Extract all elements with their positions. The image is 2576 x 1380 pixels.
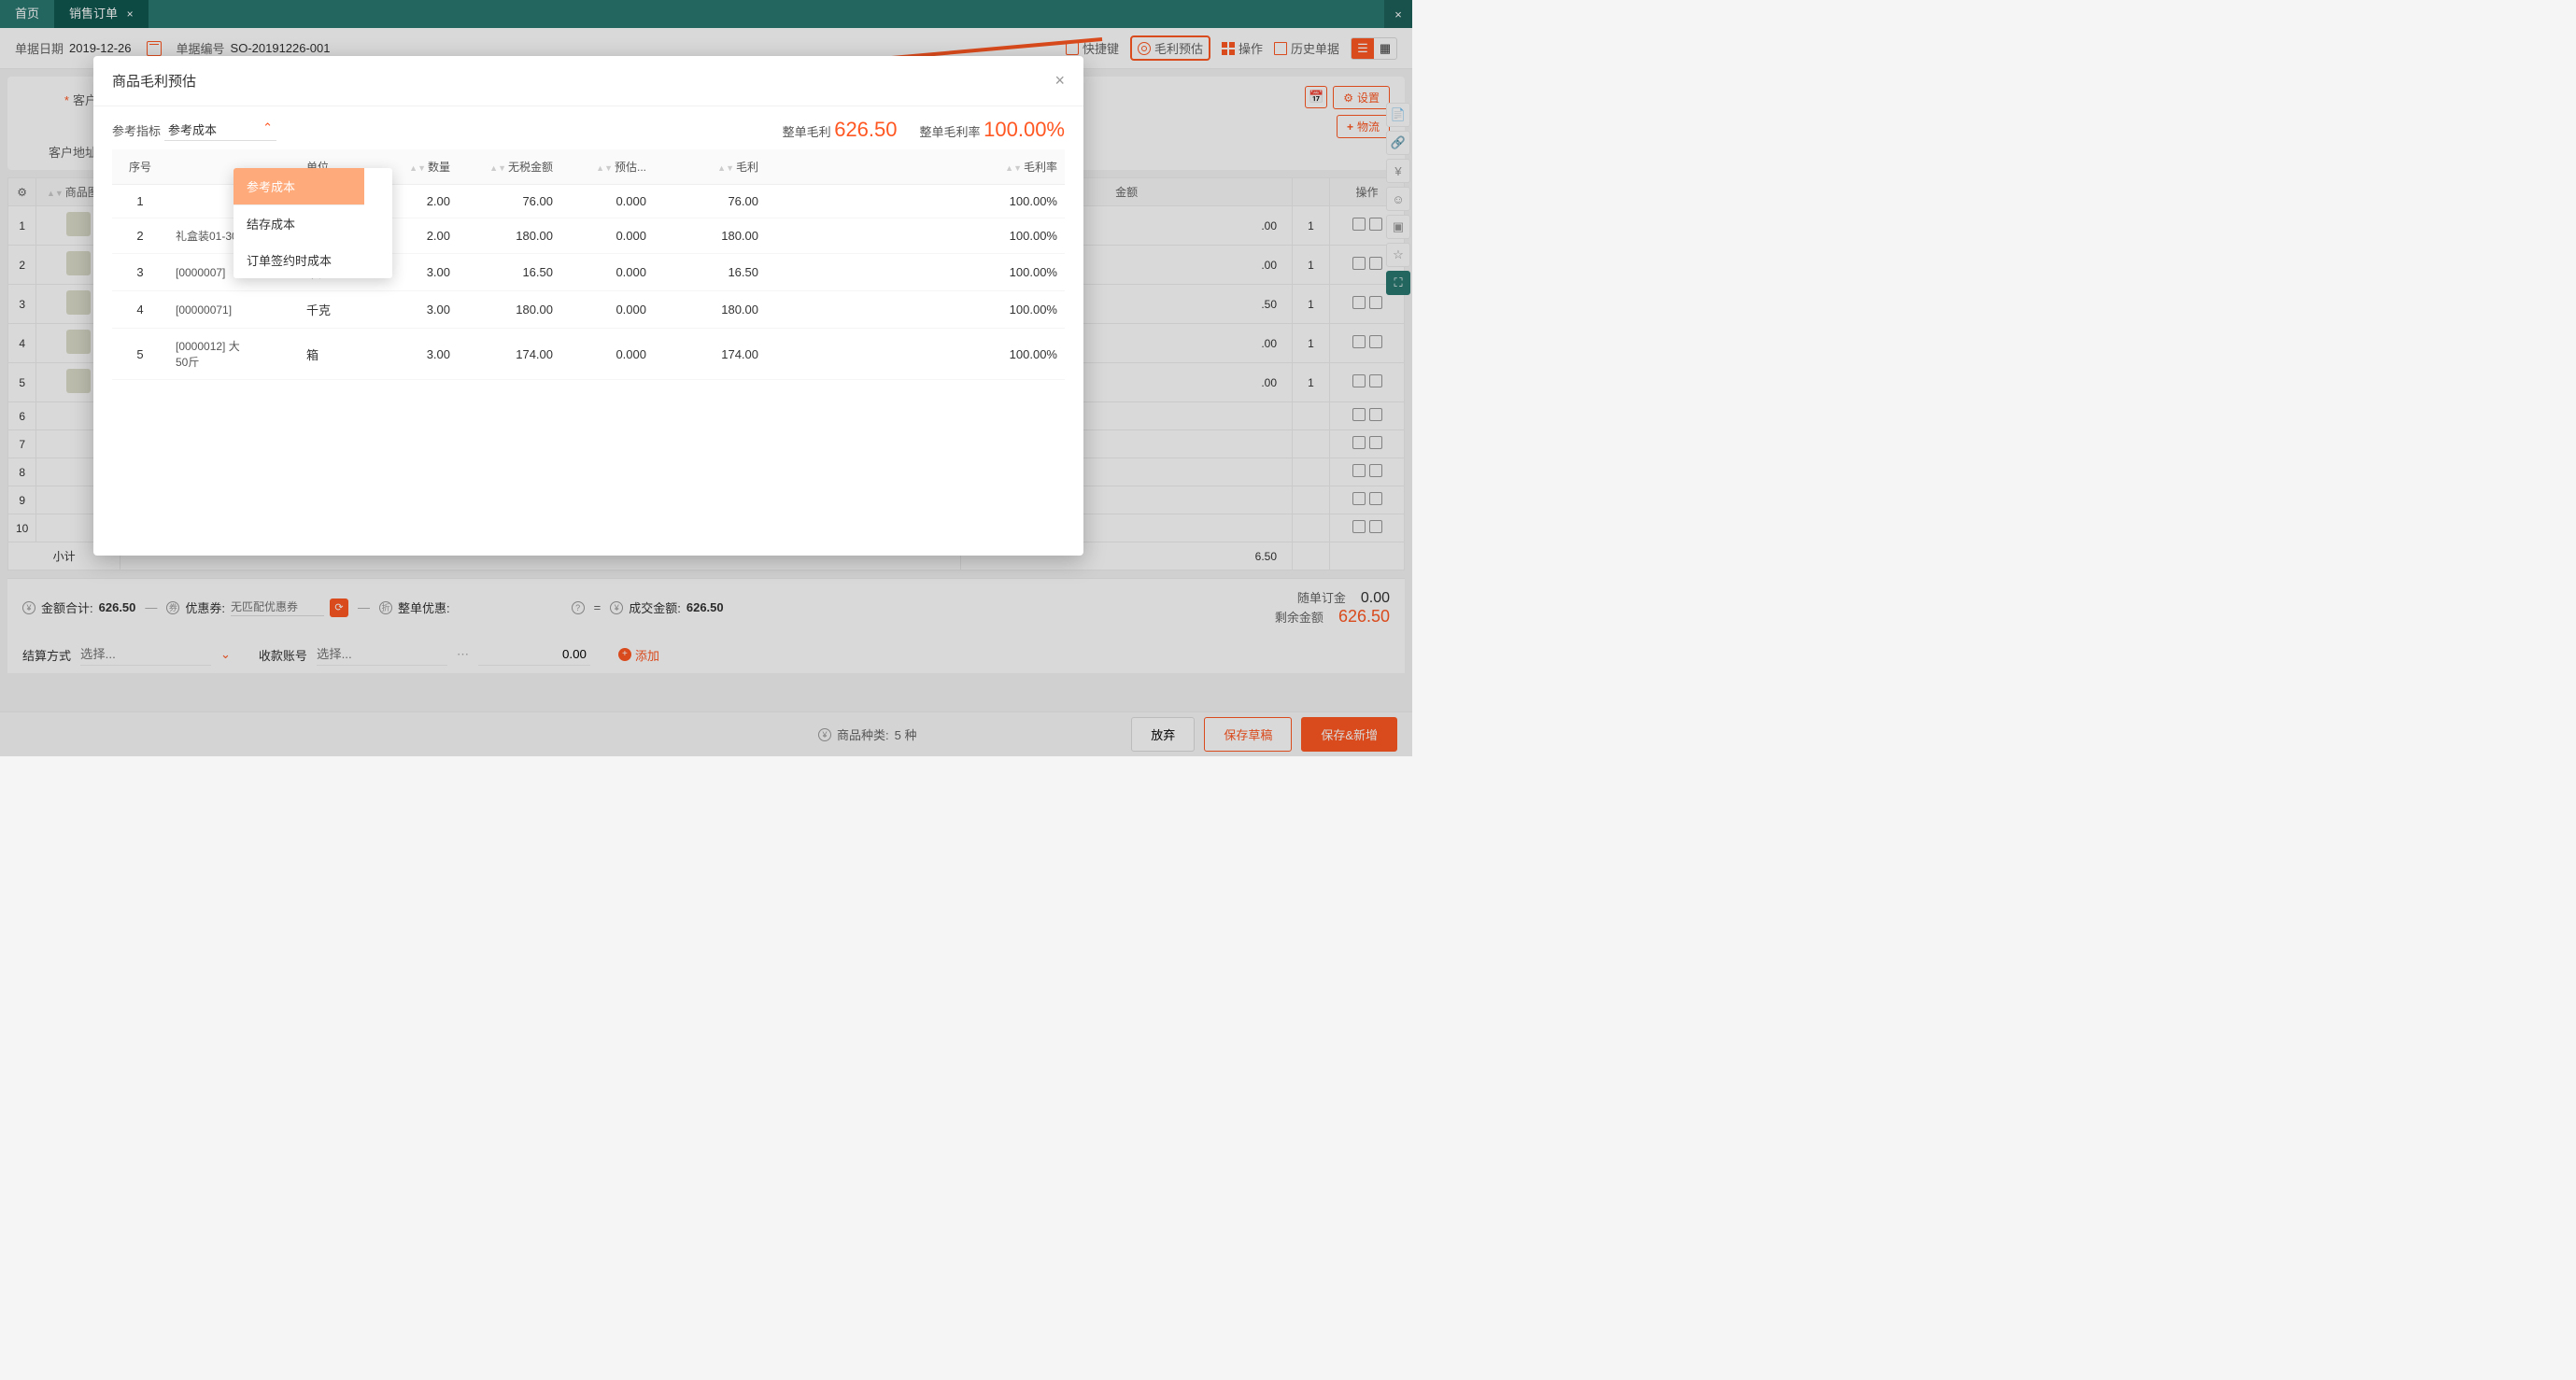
dropdown-option[interactable]: 参考成本 [234,168,364,205]
col-profit[interactable]: ▲▼毛利 [654,149,766,185]
col-rate[interactable]: ▲▼毛利率 [766,149,1065,185]
profit-row: 4[00000071]千克3.00180.000.000180.00100.00… [112,291,1065,329]
col-no: 序号 [112,149,168,185]
ref-indicator-label: 参考指标 [112,121,161,139]
total-profit-value: 626.50 [834,118,897,141]
modal-title: 商品毛利预估 [112,71,196,91]
dropdown-option[interactable]: 订单签约时成本 [234,242,392,278]
total-profit-label: 整单毛利 [783,125,831,139]
col-notax[interactable]: ▲▼无税金额 [458,149,560,185]
ref-indicator-select[interactable]: 参考成本⌃ [164,119,276,141]
col-est[interactable]: ▲▼预估... [560,149,654,185]
ref-indicator-dropdown: 参考成本 结存成本 订单签约时成本 [234,168,392,278]
total-rate-value: 100.00% [984,118,1065,141]
profit-estimate-modal: 商品毛利预估 × 参考指标 参考成本⌃ 整单毛利 626.50 整单毛利率 10… [93,56,1083,556]
dropdown-option[interactable]: 结存成本 [234,205,392,242]
total-rate-label: 整单毛利率 [920,125,981,139]
profit-row: 5[0000012] 大 50斤箱3.00174.000.000174.0010… [112,329,1065,380]
modal-close-button[interactable]: × [1054,71,1065,91]
chevron-up-icon: ⌃ [262,120,273,135]
